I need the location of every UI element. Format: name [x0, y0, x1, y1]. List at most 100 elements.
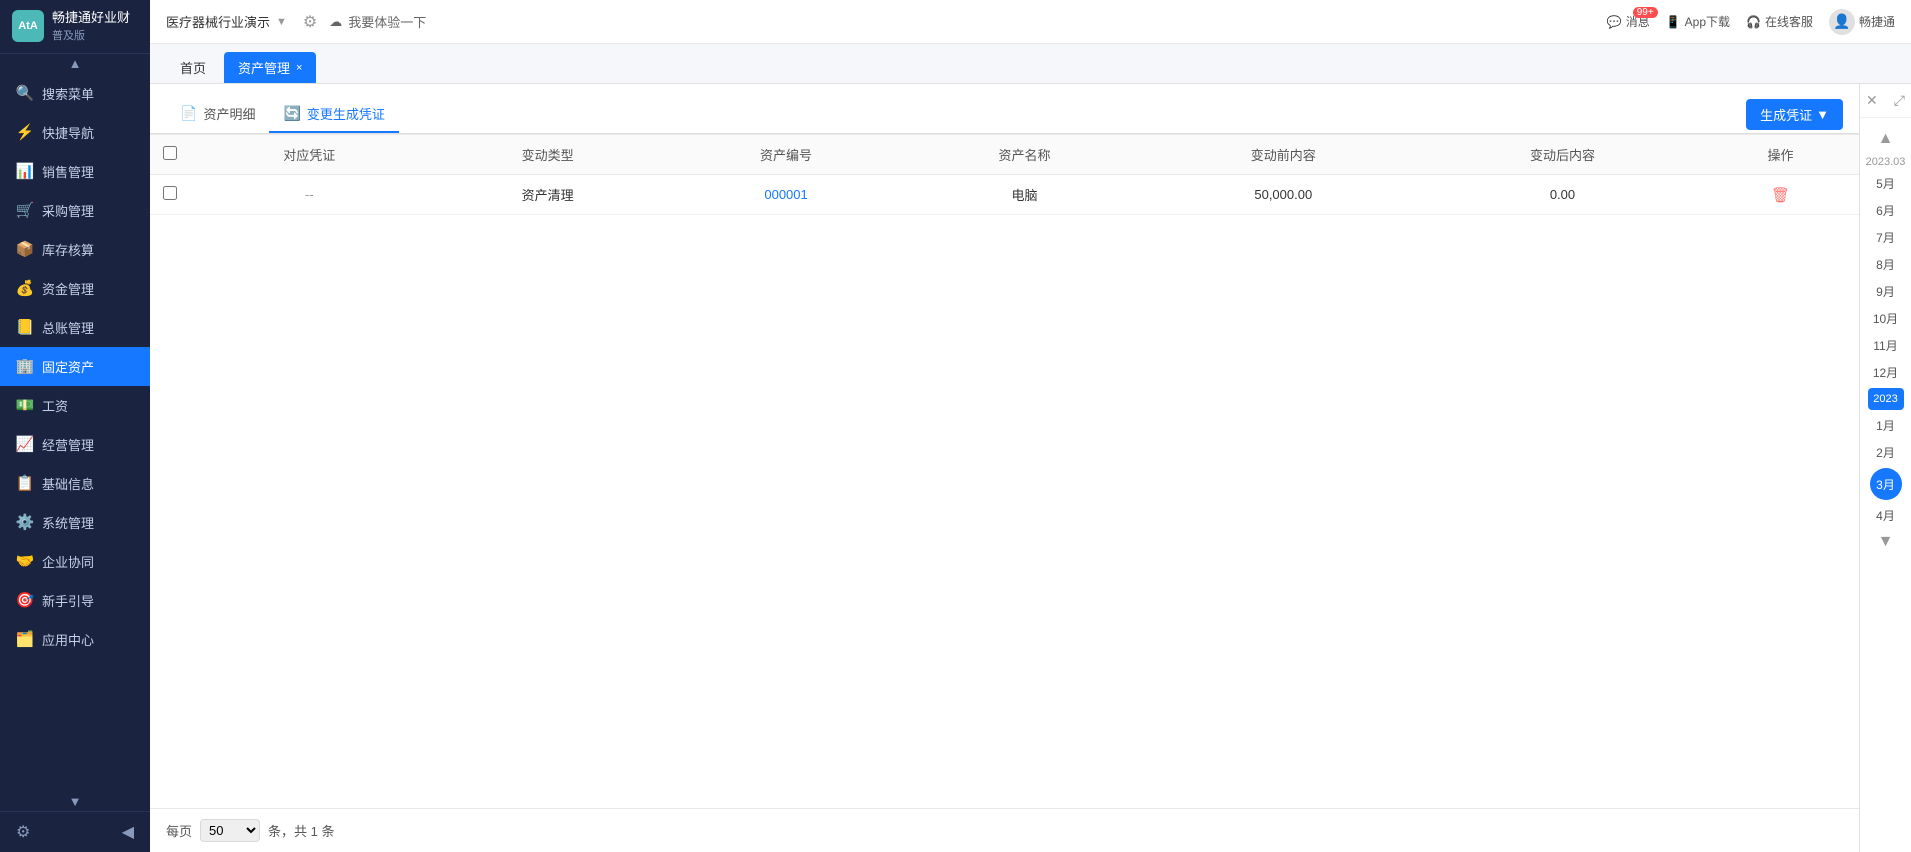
sidebar-item-label: 经营管理 — [42, 435, 94, 454]
system-icon: ⚙️ — [16, 513, 34, 531]
tab-change-voucher[interactable]: 🔄 变更生成凭证 — [269, 96, 398, 133]
sidebar-scroll-up[interactable]: ▲ — [0, 54, 150, 74]
sidebar-item-label: 资金管理 — [42, 279, 94, 298]
sidebar-item-guide[interactable]: 🎯 新手引导 — [0, 581, 150, 620]
change-voucher-label: 变更生成凭证 — [307, 104, 385, 123]
sidebar-item-inventory[interactable]: 📦 库存核算 — [0, 230, 150, 269]
app-name: 畅捷通好业财 — [52, 10, 130, 27]
sidebar-item-label: 系统管理 — [42, 513, 94, 532]
change-voucher-icon: 🔄 — [283, 105, 300, 122]
user-profile[interactable]: 👤 畅捷通 — [1829, 9, 1895, 35]
row-checkbox-cell — [150, 175, 190, 215]
company-selector[interactable]: 医疗器械行业演示 ▼ — [166, 12, 287, 31]
messages-button[interactable]: 💬 消息 99+ — [1607, 13, 1650, 30]
row-change-type: 资产清理 — [428, 175, 666, 215]
app-download-icon: 📱 — [1666, 15, 1681, 29]
sidebar-bottom: ⚙ ◀ — [0, 811, 150, 852]
timeline-month-11[interactable]: 11月 — [1865, 332, 1907, 359]
experience-button[interactable]: ☁ 我要体验一下 — [329, 12, 426, 31]
tab-close-button[interactable]: × — [296, 62, 302, 74]
sidebar-item-operations[interactable]: 📈 经营管理 — [0, 425, 150, 464]
guide-icon: 🎯 — [16, 591, 34, 609]
col-before: 变动前内容 — [1144, 135, 1423, 175]
sidebar-item-label: 采购管理 — [42, 201, 94, 220]
right-panel-header: ✕ ⤢ — [1860, 84, 1911, 118]
timeline-year-2023[interactable]: 2023 — [1868, 388, 1904, 410]
sidebar-collapse-icon[interactable]: ◀ — [122, 822, 134, 842]
header-settings-icon[interactable]: ⚙ — [303, 12, 317, 32]
timeline-month-10[interactable]: 10月 — [1865, 305, 1907, 332]
sidebar-item-ledger[interactable]: 📒 总账管理 — [0, 308, 150, 347]
sidebar-item-label: 搜索菜单 — [42, 84, 94, 103]
tab-asset-detail[interactable]: 📄 资产明细 — [166, 96, 269, 133]
timeline-month-4[interactable]: 4月 — [1865, 502, 1907, 529]
sidebar-item-app-center[interactable]: 🗂️ 应用中心 — [0, 620, 150, 659]
timeline-month-7[interactable]: 7月 — [1865, 224, 1907, 251]
row-after: 0.00 — [1423, 175, 1702, 215]
timeline-month-6[interactable]: 6月 — [1865, 197, 1907, 224]
row-checkbox[interactable] — [163, 186, 177, 200]
main-area: 医疗器械行业演示 ▼ ⚙ ☁ 我要体验一下 💬 消息 99+ 📱 App下载 🎧… — [150, 0, 1911, 852]
inventory-icon: 📦 — [16, 240, 34, 258]
sidebar-item-system[interactable]: ⚙️ 系统管理 — [0, 503, 150, 542]
timeline: ▲ 2023.03 5月 6月 7月 8月 9月 10月 11月 12月 202… — [1860, 118, 1911, 852]
sidebar-item-label: 总账管理 — [42, 318, 94, 337]
app-center-icon: 🗂️ — [16, 630, 34, 648]
app-download-button[interactable]: 📱 App下载 — [1666, 13, 1730, 30]
sidebar-item-funds[interactable]: 💰 资金管理 — [0, 269, 150, 308]
right-panel-close-button[interactable]: ✕ — [1866, 92, 1878, 109]
sidebar-item-label: 快捷导航 — [42, 123, 94, 142]
row-asset-name: 电脑 — [905, 175, 1143, 215]
col-after: 变动后内容 — [1423, 135, 1702, 175]
experience-label: 我要体验一下 — [348, 12, 426, 31]
inner-tabs: 📄 资产明细 🔄 变更生成凭证 生成凭证 ▼ — [150, 84, 1859, 134]
sidebar-logo: AtA 畅捷通好业财 普及版 — [0, 0, 150, 54]
customer-service-button[interactable]: 🎧 在线客服 — [1746, 13, 1813, 30]
app-download-label: App下载 — [1685, 13, 1730, 30]
timeline-month-12[interactable]: 12月 — [1865, 359, 1907, 386]
sidebar-scroll-down[interactable]: ▼ — [0, 791, 150, 811]
sidebar-item-sales[interactable]: 📊 销售管理 — [0, 152, 150, 191]
timeline-nav-down[interactable]: ▼ — [1860, 529, 1911, 555]
sidebar-item-purchase[interactable]: 🛒 采购管理 — [0, 191, 150, 230]
select-all-checkbox[interactable] — [163, 146, 177, 160]
pagination-bar: 每页 50 10 20 100 条，共 1 条 — [150, 808, 1859, 852]
generate-voucher-button[interactable]: 生成凭证 ▼ — [1746, 99, 1843, 130]
per-page-label: 每页 — [166, 821, 192, 840]
total-label: 条，共 1 条 — [268, 821, 334, 840]
sidebar-item-quick-nav[interactable]: ⚡ 快捷导航 — [0, 113, 150, 152]
home-tab-label: 首页 — [180, 61, 206, 76]
sidebar-item-search[interactable]: 🔍 搜索菜单 — [0, 74, 150, 113]
row-before: 50,000.00 — [1144, 175, 1423, 215]
sidebar-item-label: 工资 — [42, 396, 68, 415]
timeline-nav-up[interactable]: ▲ — [1860, 126, 1911, 152]
timeline-month-8[interactable]: 8月 — [1865, 251, 1907, 278]
generate-voucher-arrow: ▼ — [1816, 107, 1829, 122]
row-operation: 🗑 — [1702, 175, 1859, 215]
messages-badge: 99+ — [1633, 7, 1658, 18]
per-page-select[interactable]: 50 10 20 100 — [200, 819, 260, 842]
sidebar-item-label: 固定资产 — [42, 357, 94, 376]
sales-icon: 📊 — [16, 162, 34, 180]
timeline-month-9[interactable]: 9月 — [1865, 278, 1907, 305]
funds-icon: 💰 — [16, 279, 34, 297]
sidebar-settings-icon[interactable]: ⚙ — [16, 822, 30, 842]
tab-home[interactable]: 首页 — [166, 52, 220, 83]
tab-asset-management[interactable]: 资产管理 × — [224, 52, 316, 83]
delete-button[interactable]: 🗑 — [1771, 187, 1790, 204]
sidebar-item-basic-info[interactable]: 📋 基础信息 — [0, 464, 150, 503]
timeline-month-1[interactable]: 1月 — [1865, 412, 1907, 439]
col-change-type: 变动类型 — [428, 135, 666, 175]
right-panel-expand-button[interactable]: ⤢ — [1894, 92, 1905, 109]
asset-tab-label: 资产管理 — [238, 58, 290, 77]
operations-icon: 📈 — [16, 435, 34, 453]
timeline-month-2[interactable]: 2月 — [1865, 439, 1907, 466]
company-dropdown-arrow: ▼ — [276, 16, 287, 28]
timeline-month-3[interactable]: 3月 — [1870, 468, 1902, 500]
sidebar-item-enterprise[interactable]: 🤝 企业协同 — [0, 542, 150, 581]
sidebar-item-payroll[interactable]: 💵 工资 — [0, 386, 150, 425]
sidebar-item-fixed-assets[interactable]: 🏢 固定资产 — [0, 347, 150, 386]
col-operation: 操作 — [1702, 135, 1859, 175]
ledger-icon: 📒 — [16, 318, 34, 336]
timeline-month-5[interactable]: 5月 — [1865, 170, 1907, 197]
